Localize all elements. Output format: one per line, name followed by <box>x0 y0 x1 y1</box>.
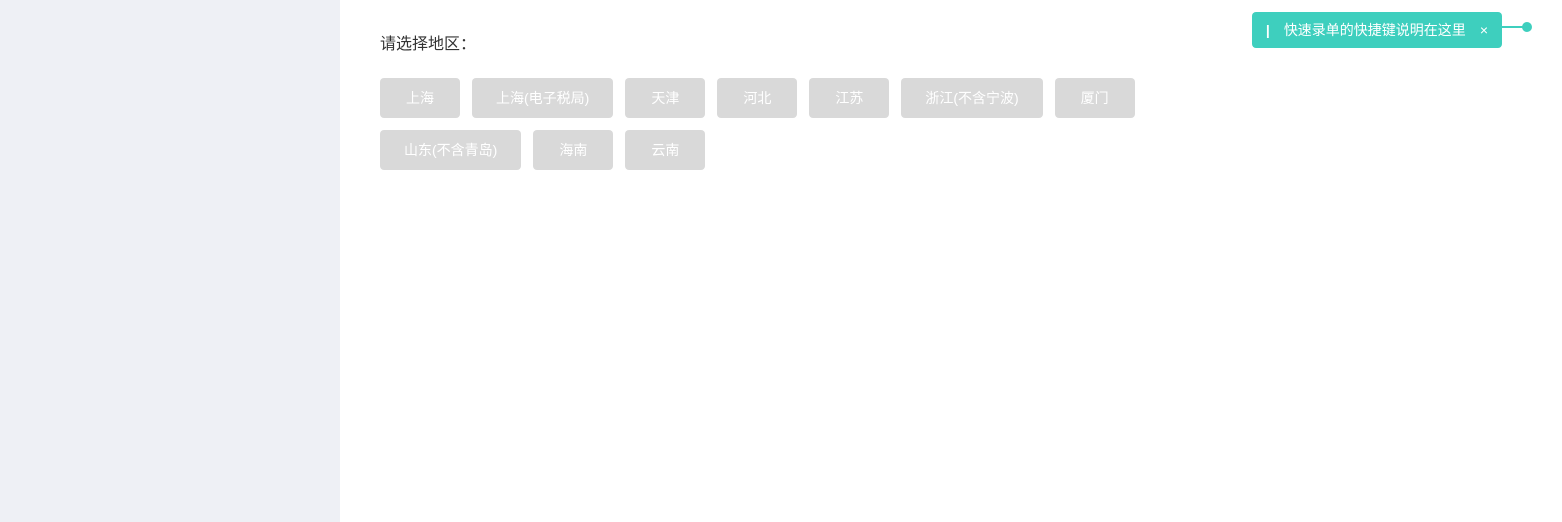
region-btn-shandong[interactable]: 山东(不含青岛) <box>380 130 521 170</box>
left-sidebar <box>0 0 340 522</box>
region-row-1: 上海上海(电子税局) 天津河北江苏浙江(不含宁波) 厦门 <box>380 78 1522 118</box>
region-btn-yunnan[interactable]: 云南 <box>625 130 705 170</box>
region-btn-hainan[interactable]: 海南 <box>533 130 613 170</box>
region-btn-jiangsu[interactable]: 江苏 <box>809 78 889 118</box>
main-content: 请选择地区： 上海上海(电子税局)天津河北江苏浙江(不含宁波)厦门 山东(不含青… <box>340 0 1562 522</box>
tooltip-dot <box>1522 22 1532 32</box>
tooltip-line <box>1499 26 1524 28</box>
region-row-2: 山东(不含青岛) 海南云南 <box>380 130 1522 170</box>
tooltip-close-button[interactable]: × <box>1480 22 1488 38</box>
region-btn-tianjin[interactable]: 天津 <box>625 78 705 118</box>
region-btn-shanghai[interactable]: 上海 <box>380 78 460 118</box>
region-btn-zhejiang[interactable]: 浙江(不含宁波) <box>901 78 1042 118</box>
region-btn-hebei[interactable]: 河北 <box>717 78 797 118</box>
region-btn-xiamen[interactable]: 厦门 <box>1055 78 1135 118</box>
tooltip-text: 快速录单的快捷键说明在这里 <box>1284 20 1466 40</box>
region-btn-shanghai-etax[interactable]: 上海(电子税局) <box>472 78 613 118</box>
tooltip-banner: 快速录单的快捷键说明在这里 × <box>1252 12 1502 48</box>
region-buttons-container: 上海上海(电子税局) 天津河北江苏浙江(不含宁波) 厦门 山东(不含青岛) 海南云南 <box>380 78 1522 170</box>
